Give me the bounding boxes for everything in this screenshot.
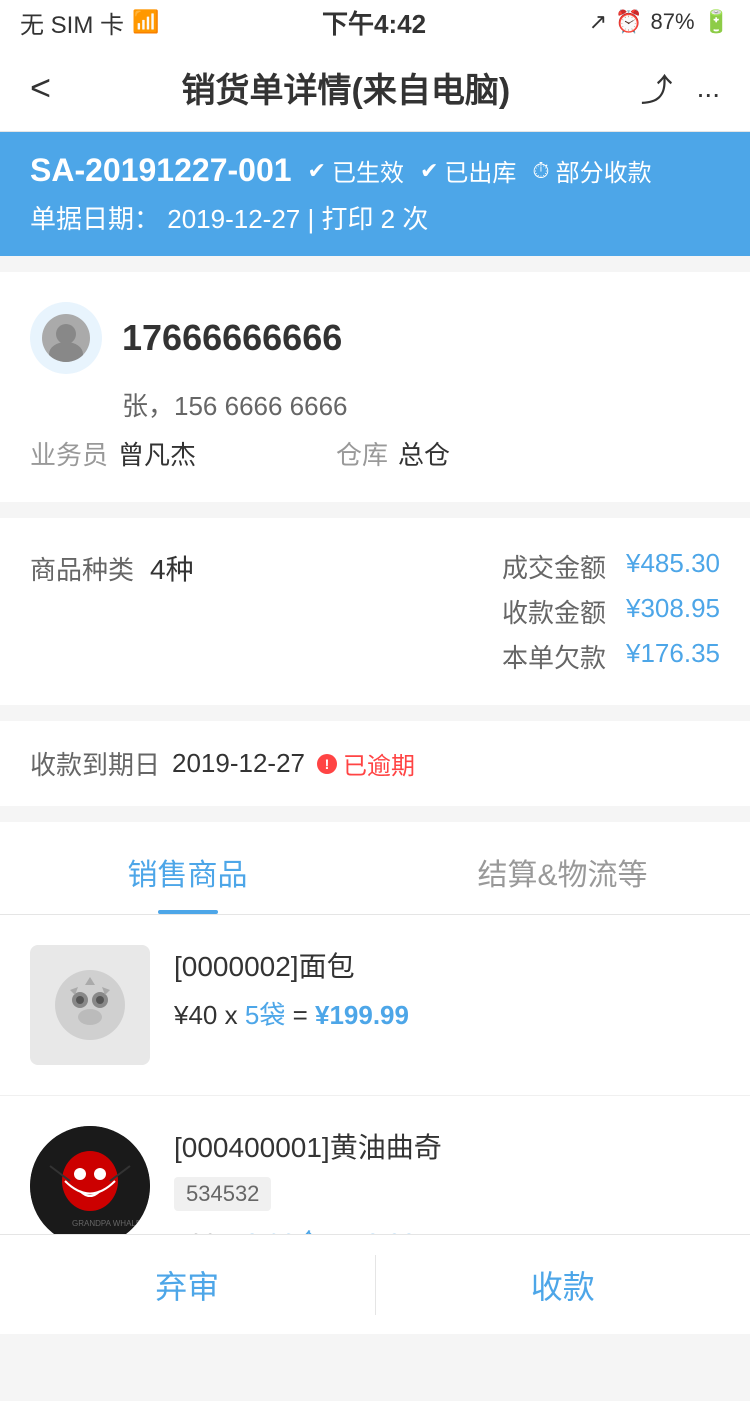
back-button[interactable]: <	[30, 67, 51, 109]
sales-label: 业务员	[30, 435, 108, 472]
warehouse-info: 仓库 总仓	[336, 435, 450, 472]
receipt-label: 收款金额	[502, 593, 606, 630]
debt-value: ¥176.35	[626, 638, 720, 675]
product-sku-2: 534532	[174, 1177, 271, 1211]
carrier-text: 无 SIM 卡	[20, 5, 124, 40]
confirm-label: 收款	[531, 1262, 595, 1308]
more-icon[interactable]: ...	[697, 72, 720, 104]
product-name-1: [0000002]面包	[174, 945, 720, 985]
badge-partial-text: 部分收款	[556, 153, 652, 188]
header-banner: SA-20191227-001 已生效 已出库 部分收款 单据日期： 2019-…	[0, 132, 750, 256]
due-label: 收款到期日	[30, 745, 160, 782]
amount-row-1: 成交金额 ¥485.30	[502, 548, 720, 585]
order-id-row: SA-20191227-001 已生效 已出库 部分收款	[30, 152, 720, 189]
check-icon	[308, 157, 326, 185]
svg-text:GRANDPA WHALE: GRANDPA WHALE	[72, 1219, 141, 1228]
overdue-dot-icon: !	[317, 754, 337, 774]
product-equals-1: =	[293, 1000, 315, 1030]
status-left: 无 SIM 卡 📶	[20, 5, 159, 40]
product-item-1: [0000002]面包 ¥40 x 5袋 = ¥199.99	[0, 915, 750, 1096]
overdue-text: 已逾期	[343, 746, 415, 781]
stats-section: 商品种类 4种 成交金额 ¥485.30 收款金额 ¥308.95 本单欠款 ¥…	[0, 518, 750, 705]
badge-partial: 部分收款	[532, 153, 651, 188]
customer-header: 17666666666	[30, 302, 720, 374]
customer-section: 17666666666 张，156 6666 6666 业务员 曾凡杰 仓库 总…	[0, 272, 750, 502]
tab-settlement[interactable]: 结算&物流等	[375, 822, 750, 914]
badge-effective: 已生效	[308, 153, 404, 188]
sales-info: 业务员 曾凡杰	[30, 435, 196, 472]
product-thumb-1	[30, 945, 150, 1065]
badge-shipped: 已出库	[420, 153, 516, 188]
product-multiply-1: x	[225, 1000, 245, 1030]
overdue-badge: ! 已逾期	[317, 746, 415, 781]
nav-actions: ⤴ ...	[641, 65, 720, 111]
warehouse-name: 总仓	[398, 435, 450, 472]
customer-meta: 业务员 曾凡杰 仓库 总仓	[30, 435, 720, 472]
alarm-icon: ⏰	[615, 9, 642, 35]
order-id: SA-20191227-001	[30, 152, 292, 189]
tabs-section: 销售商品 结算&物流等	[0, 822, 750, 915]
product-type-info: 商品种类 4种	[30, 548, 194, 588]
share-icon[interactable]: ⤴	[641, 65, 673, 111]
avatar-icon	[42, 314, 90, 362]
sales-name: 曾凡杰	[118, 435, 196, 472]
check-icon-2	[420, 157, 438, 185]
confirm-button[interactable]: 收款	[376, 1235, 750, 1334]
product-info-1: [0000002]面包 ¥40 x 5袋 = ¥199.99	[174, 945, 720, 1065]
due-section: 收款到期日 2019-12-27 ! 已逾期	[0, 721, 750, 806]
avatar	[30, 302, 102, 374]
wifi-icon: 📶	[132, 9, 159, 35]
warehouse-label: 仓库	[336, 435, 388, 472]
badge-shipped-text: 已出库	[444, 153, 516, 188]
tab-sales-products[interactable]: 销售商品	[0, 822, 375, 914]
cancel-button[interactable]: 弃审	[0, 1235, 375, 1334]
receipt-value: ¥308.95	[626, 593, 720, 630]
nav-bar: < 销货单详情(来自电脑) ⤴ ...	[0, 44, 750, 132]
amount-row-3: 本单欠款 ¥176.35	[502, 638, 720, 675]
due-date: 2019-12-27	[172, 748, 305, 779]
status-bar: 无 SIM 卡 📶 下午4:42 ↗ ⏰ 87% 🔋	[0, 0, 750, 44]
amount-value: ¥485.30	[626, 548, 720, 585]
product2-svg: GRANDPA WHALE	[30, 1126, 150, 1246]
debt-label: 本单欠款	[502, 638, 606, 675]
product-price-1: ¥40 x 5袋 = ¥199.99	[174, 995, 720, 1032]
print-info: | 打印 2 次	[307, 204, 428, 234]
cancel-label: 弃审	[155, 1262, 219, 1308]
order-date-value: 2019-12-27	[167, 204, 300, 234]
order-date-row: 单据日期： 2019-12-27 | 打印 2 次	[30, 199, 720, 236]
tab-sales-label: 销售商品	[128, 859, 248, 892]
badge-effective-text: 已生效	[332, 153, 404, 188]
amount-info: 成交金额 ¥485.30 收款金额 ¥308.95 本单欠款 ¥176.35	[502, 548, 720, 675]
tab-settlement-label: 结算&物流等	[477, 859, 647, 892]
customer-name: 张，156 6666 6666	[30, 386, 720, 423]
product-qty-1: 5袋	[245, 1000, 285, 1030]
bottom-bar: 弃审 收款	[0, 1234, 750, 1334]
product-unit-price-1: ¥40	[174, 1000, 217, 1030]
date-label: 单据日期：	[30, 204, 160, 234]
customer-phone: 17666666666	[122, 317, 342, 359]
clock-icon	[532, 157, 549, 185]
battery-icon: 🔋	[703, 9, 730, 35]
amount-row-2: 收款金额 ¥308.95	[502, 593, 720, 630]
status-time: 下午4:42	[322, 4, 426, 41]
product-total-1: ¥199.99	[315, 1000, 409, 1030]
battery-text: 87%	[651, 9, 695, 35]
type-value: 4种	[150, 548, 194, 588]
product-thumb-2: GRANDPA WHALE	[30, 1126, 150, 1246]
amount-label: 成交金额	[502, 548, 606, 585]
status-right: ↗ ⏰ 87% 🔋	[589, 9, 730, 35]
owl-svg	[50, 965, 130, 1045]
product-name-2: [000400001]黄油曲奇	[174, 1126, 720, 1166]
type-label: 商品种类	[30, 550, 134, 587]
location-icon: ↗	[589, 9, 607, 35]
page-title: 销货单详情(来自电脑)	[182, 63, 511, 112]
